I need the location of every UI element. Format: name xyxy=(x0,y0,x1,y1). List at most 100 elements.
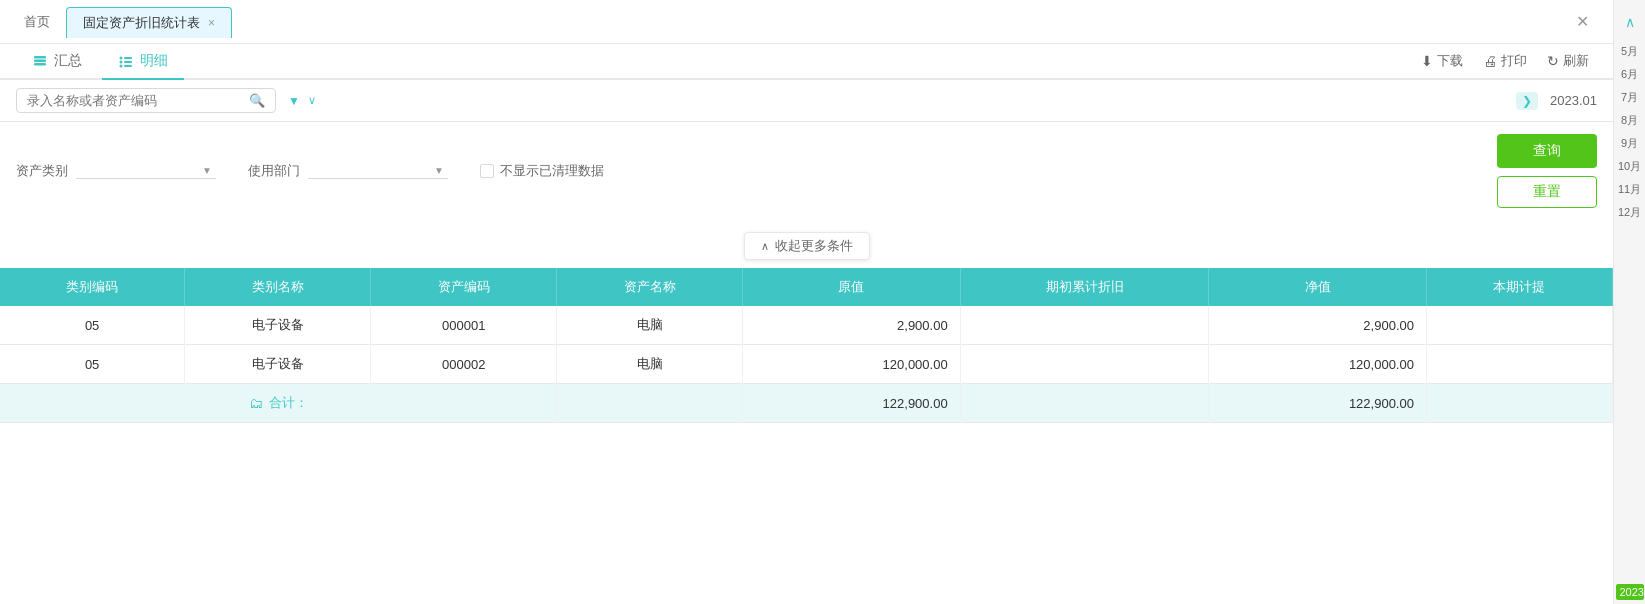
month-item[interactable]: 5月 xyxy=(1616,40,1643,63)
td-total-placeholder xyxy=(557,384,743,423)
window-close-button[interactable]: ✕ xyxy=(1568,8,1597,35)
table-area: 类别编码 类别名称 资产编码 资产名称 原值 期初累计折旧 净值 本期计提 05… xyxy=(0,268,1613,604)
search-bar: 🔍 ▼ ∨ ❯ 2023.01 xyxy=(0,80,1613,122)
th-original-value: 原值 xyxy=(743,268,961,306)
filter-dept: 使用部门 ▼ xyxy=(248,162,448,180)
asset-type-dropdown-icon: ▼ xyxy=(202,165,212,176)
table-row: 05 电子设备 000002 电脑 120,000.00 120,000.00 xyxy=(0,345,1613,384)
nav-tab-fixed-assets[interactable]: 固定资产折旧统计表 × xyxy=(66,7,232,38)
svg-rect-1 xyxy=(34,60,46,63)
td-current-depreciation xyxy=(1426,345,1612,384)
hide-cleared-label: 不显示已清理数据 xyxy=(500,162,604,180)
filter-icon: ▼ xyxy=(288,94,300,108)
month-item[interactable]: 6月 xyxy=(1616,63,1643,86)
asset-type-label: 资产类别 xyxy=(16,162,68,180)
td-asset-name: 电脑 xyxy=(557,345,743,384)
print-button[interactable]: 🖨 打印 xyxy=(1483,52,1527,70)
td-asset-name: 电脑 xyxy=(557,306,743,345)
nav-home[interactable]: 首页 xyxy=(16,13,58,31)
nav-tab-close-icon[interactable]: × xyxy=(208,16,215,30)
svg-rect-4 xyxy=(124,57,132,59)
td-asset-code: 000002 xyxy=(371,345,557,384)
td-category-code: 05 xyxy=(0,306,185,345)
td-original-value: 120,000.00 xyxy=(743,345,961,384)
td-category-name: 电子设备 xyxy=(185,345,371,384)
nav-tab-label: 固定资产折旧统计表 xyxy=(83,14,200,32)
right-panel: ∧ 5月6月7月8月9月10月11月12月 2023 xyxy=(1613,0,1645,604)
td-category-code: 05 xyxy=(0,345,185,384)
date-display: ❯ 2023.01 xyxy=(1516,93,1597,108)
td-net-value: 120,000.00 xyxy=(1209,345,1427,384)
dept-select[interactable]: ▼ xyxy=(308,163,448,179)
filter-area: 资产类别 ▼ 使用部门 ▼ 不显示已清 xyxy=(0,122,1613,224)
month-item[interactable]: 8月 xyxy=(1616,109,1643,132)
th-category-name: 类别名称 xyxy=(185,268,371,306)
svg-rect-6 xyxy=(124,61,132,63)
filter-asset-type: 资产类别 ▼ xyxy=(16,162,216,180)
td-accumulated-depreciation xyxy=(960,345,1209,384)
data-table: 类别编码 类别名称 资产编码 资产名称 原值 期初累计折旧 净值 本期计提 05… xyxy=(0,268,1613,423)
td-accumulated-depreciation xyxy=(960,306,1209,345)
month-item[interactable]: 10月 xyxy=(1616,155,1643,178)
tab-summary[interactable]: 汇总 xyxy=(16,44,98,80)
table-header-row: 类别编码 类别名称 资产编码 资产名称 原值 期初累计折旧 净值 本期计提 xyxy=(0,268,1613,306)
th-accumulated-depreciation: 期初累计折旧 xyxy=(960,268,1209,306)
svg-rect-2 xyxy=(34,63,46,66)
search-input[interactable] xyxy=(27,93,243,108)
search-icon: 🔍 xyxy=(249,93,265,108)
refresh-icon: ↻ xyxy=(1547,53,1559,69)
tab-detail-label: 明细 xyxy=(140,52,168,70)
td-total-current xyxy=(1426,384,1612,423)
dept-dropdown-icon: ▼ xyxy=(434,165,444,176)
more-conditions-button[interactable]: ▼ ∨ xyxy=(288,94,316,108)
svg-point-5 xyxy=(120,61,123,64)
th-asset-name: 资产名称 xyxy=(557,268,743,306)
svg-rect-0 xyxy=(34,56,46,59)
month-item[interactable]: 11月 xyxy=(1616,178,1643,201)
asset-type-select[interactable]: ▼ xyxy=(76,163,216,179)
right-panel-up-btn[interactable]: ∧ xyxy=(1616,8,1644,36)
expand-arrow-btn[interactable]: ❯ xyxy=(1516,92,1538,110)
filter-hide-cleared[interactable]: 不显示已清理数据 xyxy=(480,162,604,180)
refresh-button[interactable]: ↻ 刷新 xyxy=(1547,52,1589,70)
chevron-down-icon: ∨ xyxy=(308,94,316,107)
th-category-code: 类别编码 xyxy=(0,268,185,306)
month-item[interactable]: 9月 xyxy=(1616,132,1643,155)
top-nav: 首页 固定资产折旧统计表 × ✕ xyxy=(0,0,1613,44)
th-asset-code: 资产编码 xyxy=(371,268,557,306)
download-label: 下载 xyxy=(1437,52,1463,70)
tab-detail[interactable]: 明细 xyxy=(102,44,184,80)
td-total-net-value: 122,900.00 xyxy=(1209,384,1427,423)
list-icon xyxy=(118,53,134,69)
collapse-bar: ∧ 收起更多条件 xyxy=(0,224,1613,268)
query-button[interactable]: 查询 xyxy=(1497,134,1597,168)
print-icon: 🖨 xyxy=(1483,53,1497,69)
collapse-button[interactable]: ∧ 收起更多条件 xyxy=(744,232,870,260)
action-buttons: 查询 重置 xyxy=(1497,134,1597,208)
refresh-label: 刷新 xyxy=(1563,52,1589,70)
hide-cleared-checkbox[interactable] xyxy=(480,164,494,178)
month-item[interactable]: 12月 xyxy=(1616,201,1643,224)
td-total-accumulated xyxy=(960,384,1209,423)
td-original-value: 2,900.00 xyxy=(743,306,961,345)
collapse-label: 收起更多条件 xyxy=(775,237,853,255)
month-item[interactable]: 7月 xyxy=(1616,86,1643,109)
tab-summary-label: 汇总 xyxy=(54,52,82,70)
reset-button[interactable]: 重置 xyxy=(1497,176,1597,208)
svg-rect-8 xyxy=(124,65,132,67)
collapse-icon: ∧ xyxy=(761,240,769,253)
td-current-depreciation xyxy=(1426,306,1612,345)
svg-point-7 xyxy=(120,65,123,68)
table-total-row: 🗂 合计： 122,900.00 122,900.00 xyxy=(0,384,1613,423)
svg-point-3 xyxy=(120,57,123,60)
layers-icon xyxy=(32,53,48,69)
table-row: 05 电子设备 000001 电脑 2,900.00 2,900.00 xyxy=(0,306,1613,345)
download-icon: ⬇ xyxy=(1421,53,1433,69)
year-badge: 2023 xyxy=(1616,584,1644,600)
td-total-label: 🗂 合计： xyxy=(0,384,557,423)
download-button[interactable]: ⬇ 下载 xyxy=(1421,52,1463,70)
th-current-depreciation: 本期计提 xyxy=(1426,268,1612,306)
total-icon: 🗂 xyxy=(249,395,263,411)
th-net-value: 净值 xyxy=(1209,268,1427,306)
search-input-wrap[interactable]: 🔍 xyxy=(16,88,276,113)
